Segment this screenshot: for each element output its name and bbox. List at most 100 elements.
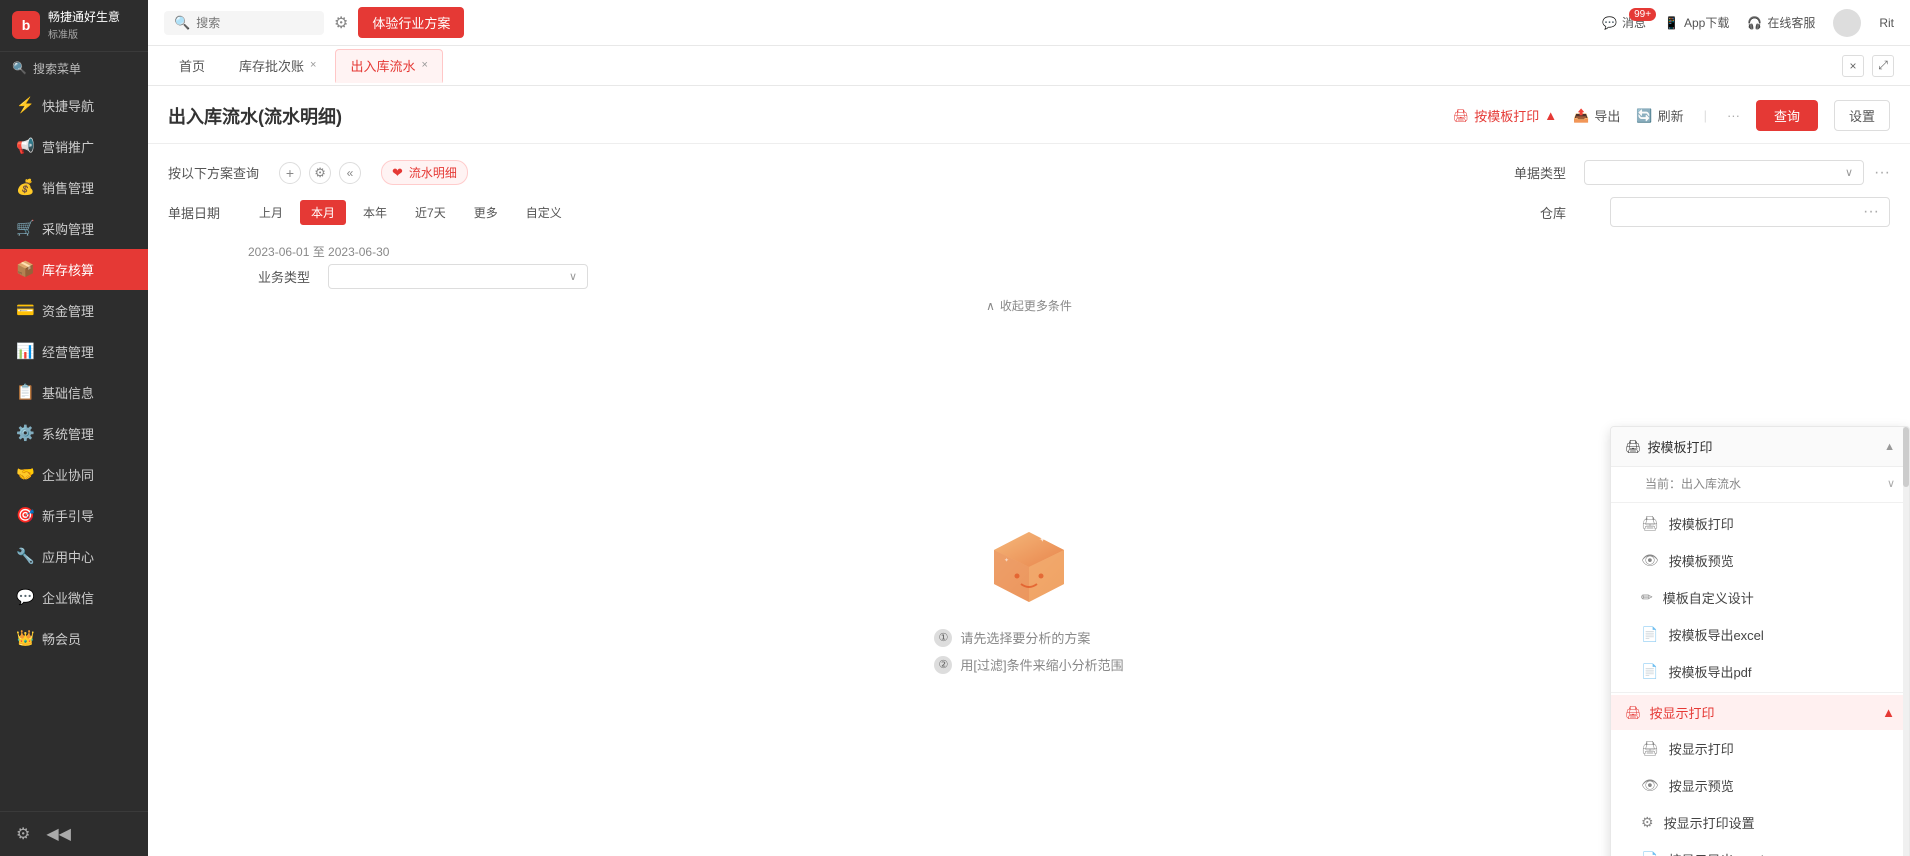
topbar-search-box[interactable]: 🔍: [164, 11, 324, 35]
topbar-search-input[interactable]: [196, 16, 296, 30]
dropdown-item-template-pdf[interactable]: 📄 按模板导出pdf: [1611, 653, 1909, 690]
sidebar-item-guide[interactable]: 🎯 新手引导: [0, 495, 148, 536]
dropdown-scrollbar[interactable]: [1903, 427, 1909, 856]
filter-collapse-button[interactable]: «: [339, 162, 361, 184]
sidebar-item-finance[interactable]: 💳 资金管理: [0, 290, 148, 331]
message-badge: 99+: [1629, 8, 1656, 21]
dropdown-current-arrow-icon[interactable]: ∨: [1887, 477, 1895, 490]
sidebar-search[interactable]: 🔍 搜索菜单: [0, 52, 148, 85]
sidebar-item-operation[interactable]: 📊 经营管理: [0, 331, 148, 372]
business-type-select[interactable]: ∨: [328, 264, 588, 289]
sidebar-item-sales[interactable]: 💰 销售管理: [0, 167, 148, 208]
tab-label: 出入库流水: [350, 56, 415, 75]
print-icon: 🖨: [1453, 108, 1470, 124]
sidebar-item-label: 销售管理: [42, 178, 94, 197]
close-tab-button[interactable]: ×: [1842, 55, 1864, 77]
topbar-right: 💬 消息 99+ 📱 App下载 🎧 在线客服 Rit: [1602, 9, 1894, 37]
sidebar-item-wechat[interactable]: 💬 企业微信: [0, 577, 148, 618]
sidebar-item-label: 新手引导: [42, 506, 94, 525]
tab-close-active-icon[interactable]: ×: [421, 60, 427, 71]
dropdown-item-template-custom[interactable]: ✏ 模板自定义设计: [1611, 579, 1909, 616]
date-btn-last-month[interactable]: 上月: [248, 200, 294, 225]
settings-button[interactable]: 设置: [1834, 100, 1890, 131]
date-btn-current-month[interactable]: 本月: [300, 200, 346, 225]
warehouse-select[interactable]: ···: [1610, 197, 1890, 227]
dropdown-expand-icon[interactable]: ▲: [1884, 441, 1895, 453]
app-download-label: App下载: [1684, 14, 1729, 31]
date-btn-last-7-days[interactable]: 近7天: [404, 200, 457, 225]
sidebar-item-purchase[interactable]: 🛒 采购管理: [0, 208, 148, 249]
sidebar-item-appcenter[interactable]: 🔧 应用中心: [0, 536, 148, 577]
collapse-filter-button[interactable]: ∧ 收起更多条件: [168, 289, 1890, 314]
app-logo-icon: b: [12, 11, 40, 39]
dropdown-item-display-print[interactable]: 🖨 按显示打印: [1611, 730, 1909, 767]
business-type-label: 业务类型: [258, 267, 318, 286]
dropdown-scrollbar-thumb: [1903, 427, 1909, 487]
sidebar-item-membership[interactable]: 👑 畅会员: [0, 618, 148, 659]
maximize-tab-button[interactable]: ⤢: [1872, 55, 1894, 77]
refresh-button[interactable]: 🔄 刷新: [1636, 106, 1683, 125]
topbar-gear-icon[interactable]: ⚙: [334, 13, 348, 33]
quick-nav-icon: ⚡: [16, 96, 34, 114]
collapse-label: 收起更多条件: [1000, 297, 1072, 314]
print-template-button[interactable]: 🖨 按模板打印 ▲: [1453, 106, 1557, 125]
display-preview-icon: 👁: [1641, 777, 1659, 794]
refresh-label: 刷新: [1658, 106, 1684, 125]
display-section-header[interactable]: 🖨 按显示打印 ▲: [1611, 695, 1909, 730]
sidebar-item-quick-nav[interactable]: ⚡ 快捷导航: [0, 85, 148, 126]
empty-tip-2-text: 用[过滤]条件来缩小分析范围: [960, 655, 1123, 674]
collapse-sidebar-icon[interactable]: ◀◀: [46, 824, 71, 844]
dropdown-item-template-print[interactable]: 🖨 按模板打印: [1611, 505, 1909, 542]
sidebar-item-enterprise[interactable]: 🤝 企业协同: [0, 454, 148, 495]
industry-solution-button[interactable]: 体验行业方案: [358, 7, 464, 38]
template-excel-label: 按模板导出excel: [1668, 625, 1763, 644]
sidebar-item-inventory[interactable]: 📦 库存核算: [0, 249, 148, 290]
content-area: 出入库流水(流水明细) 🖨 按模板打印 ▲ 📤 导出 🔄 刷新 | ··· 查询: [148, 86, 1910, 856]
print-template-dropdown: 🖨 按模板打印 ▲ 当前：出入库流水 ∨ 🖨 按模板打印: [1610, 426, 1910, 856]
tab-home[interactable]: 首页: [164, 49, 220, 82]
dropdown-item-display-preview[interactable]: 👁 按显示预览: [1611, 767, 1909, 804]
print-header-icon: 🖨: [1625, 439, 1642, 455]
date-btn-custom[interactable]: 自定义: [515, 200, 573, 225]
message-action[interactable]: 💬 消息 99+: [1602, 14, 1646, 31]
finance-icon: 💳: [16, 301, 34, 319]
dropdown-item-display-print-settings[interactable]: ⚙ 按显示打印设置: [1611, 804, 1909, 841]
settings-bottom-icon[interactable]: ⚙: [16, 824, 30, 844]
page-header: 出入库流水(流水明细) 🖨 按模板打印 ▲ 📤 导出 🔄 刷新 | ··· 查询: [148, 86, 1910, 144]
sidebar-item-system[interactable]: ⚙️ 系统管理: [0, 413, 148, 454]
doc-type-select[interactable]: ∨: [1584, 160, 1864, 185]
svg-text:✦: ✦: [1039, 535, 1046, 544]
template-preview-icon: 👁: [1641, 552, 1659, 569]
doc-type-more-icon[interactable]: ···: [1874, 164, 1890, 182]
filter-tag-icon: ❤: [392, 165, 403, 181]
sidebar-item-marketing[interactable]: 📢 营销推广: [0, 126, 148, 167]
warehouse-label: 仓库: [1540, 203, 1600, 222]
filter-add-button[interactable]: +: [279, 162, 301, 184]
tab-inventory-flow[interactable]: 出入库流水 ×: [335, 49, 442, 83]
date-range-text: 2023-06-01 至 2023-06-30: [248, 243, 389, 260]
customer-service-action[interactable]: 🎧 在线客服: [1747, 14, 1815, 31]
filter-settings-button[interactable]: ⚙: [309, 162, 331, 184]
tab-close-icon[interactable]: ×: [310, 60, 316, 71]
export-button[interactable]: 📤 导出: [1573, 106, 1620, 125]
date-btn-current-year[interactable]: 本年: [352, 200, 398, 225]
company-name: 畅捷通好生意: [48, 10, 120, 26]
enterprise-icon: 🤝: [16, 465, 34, 483]
sidebar-item-basic[interactable]: 📋 基础信息: [0, 372, 148, 413]
dropdown-current-item: 当前：出入库流水 ∨: [1611, 467, 1909, 500]
more-actions-icon[interactable]: ···: [1727, 108, 1740, 123]
sidebar-item-label: 库存核算: [42, 260, 94, 279]
query-button[interactable]: 查询: [1756, 100, 1818, 131]
dropdown-item-template-excel[interactable]: 📄 按模板导出excel: [1611, 616, 1909, 653]
tab-batch-account[interactable]: 库存批次账 ×: [224, 49, 331, 82]
app-download-icon: 📱: [1664, 16, 1679, 30]
display-print-label: 按显示打印: [1669, 739, 1734, 758]
dropdown-item-display-excel[interactable]: 📄 按显示导出excel: [1611, 841, 1909, 856]
dropdown-item-template-preview[interactable]: 👁 按模板预览: [1611, 542, 1909, 579]
empty-tip-2: ② 用[过滤]条件来缩小分析范围: [934, 655, 1123, 674]
date-btn-more[interactable]: 更多: [463, 200, 509, 225]
logo-text-block: 畅捷通好生意 标准版: [48, 10, 120, 41]
doc-type-arrow-icon: ∨: [1845, 166, 1853, 179]
app-download-action[interactable]: 📱 App下载: [1664, 14, 1729, 31]
warehouse-more-icon[interactable]: ···: [1863, 203, 1879, 221]
